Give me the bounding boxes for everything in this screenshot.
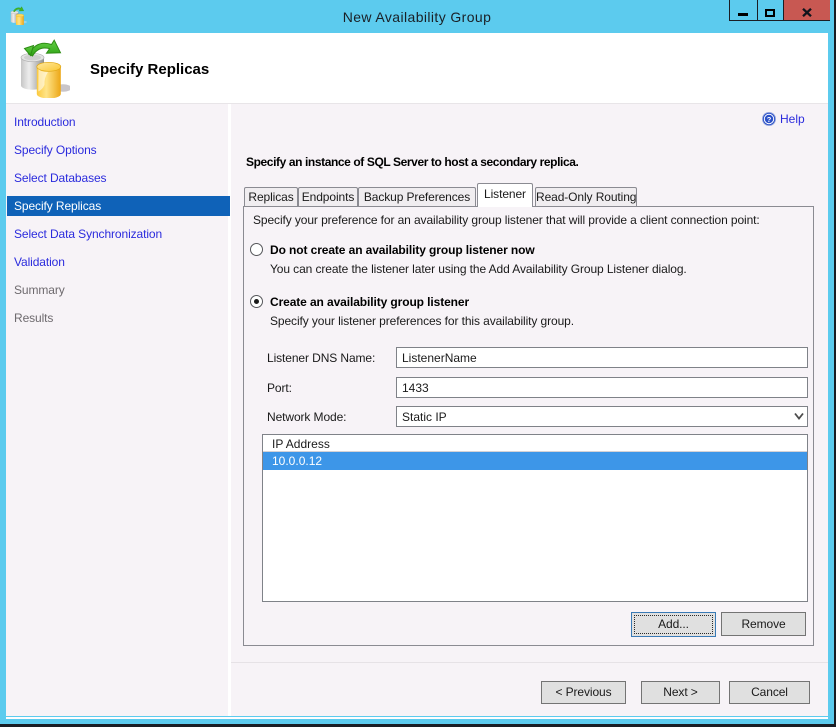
svg-text:?: ? [767,115,772,124]
